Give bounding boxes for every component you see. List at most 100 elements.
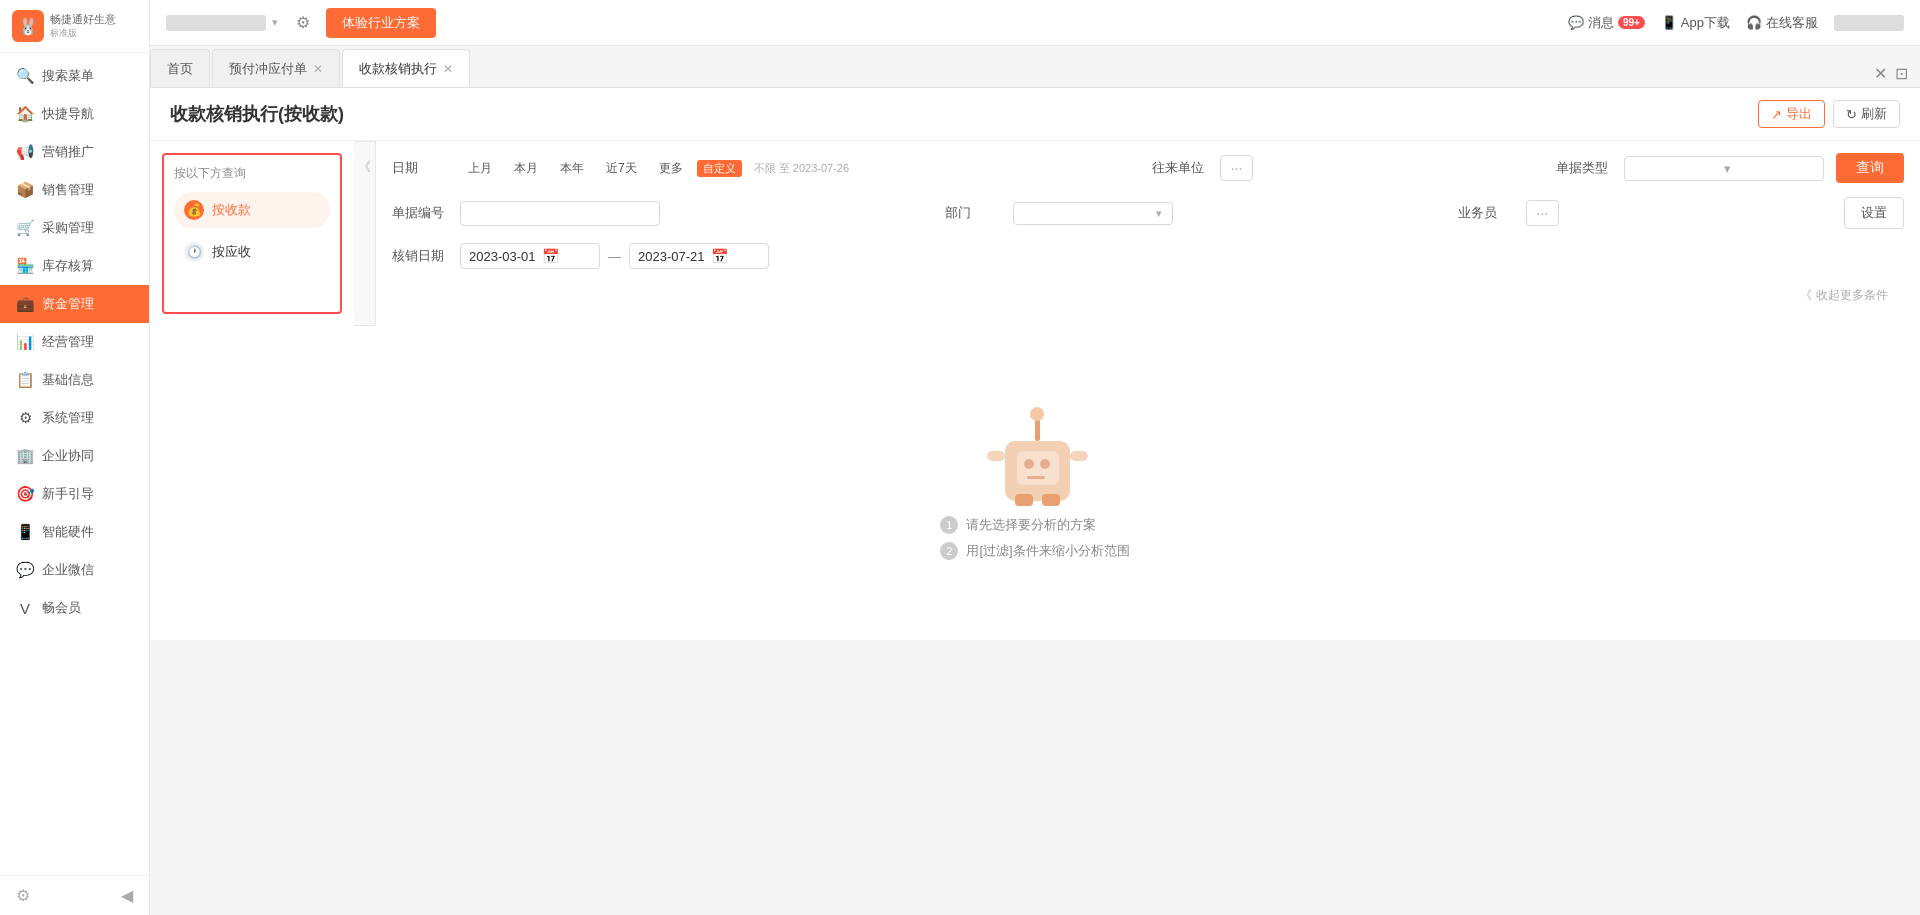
page-title: 收款核销执行(按收款) — [170, 102, 344, 138]
sidebar-label-marketing: 营销推广 — [42, 143, 94, 161]
operations-icon: 📊 — [16, 333, 34, 351]
sidebar-item-guide[interactable]: 🎯新手引导 — [0, 475, 149, 513]
receivable-icon: 🕐 — [184, 242, 204, 262]
tabbar: 首页 预付冲应付单 ✕ 收款核销执行 ✕ ✕ ⊡ — [150, 46, 1920, 88]
sidebar-item-wechat[interactable]: 💬企业微信 — [0, 551, 149, 589]
verify-date-end-input[interactable]: 2023-07-21 📅 — [629, 243, 769, 269]
doc-num-input[interactable] — [460, 201, 660, 226]
svg-rect-10 — [1042, 494, 1060, 506]
date-btn-last-month[interactable]: 上月 — [460, 158, 500, 179]
collapse-filter-button[interactable]: 《 — [354, 141, 376, 326]
filter-option-by-receipt[interactable]: 💰 按收款 — [174, 192, 330, 228]
brand-name-placeholder — [166, 15, 266, 31]
tab-home[interactable]: 首页 — [150, 49, 210, 87]
sidebar-bottom: ⚙ ◀ — [0, 875, 149, 915]
inventory-icon: 🏪 — [16, 257, 34, 275]
logo-icon: 🐰 — [12, 10, 44, 42]
sidebar-item-sales[interactable]: 📦销售管理 — [0, 171, 149, 209]
sidebar-item-purchase[interactable]: 🛒采购管理 — [0, 209, 149, 247]
online-service-item[interactable]: 🎧 在线客服 — [1746, 14, 1818, 32]
marketing-icon: 📢 — [16, 143, 34, 161]
purchase-icon: 🛒 — [16, 219, 34, 237]
empty-robot-illustration — [985, 406, 1085, 496]
tab-prepay[interactable]: 预付冲应付单 ✕ — [212, 49, 340, 87]
date-btn-this-year[interactable]: 本年 — [552, 158, 592, 179]
date-btn-this-month[interactable]: 本月 — [506, 158, 546, 179]
doc-type-select[interactable]: ▾ — [1624, 156, 1824, 181]
sidebar-menu: 🔍搜索菜单 🏠 快捷导航 📢 营销推广 📦销售管理🛒采购管理 🏪 库存核算 💼资金管理📊经营管理… — [0, 53, 149, 875]
export-button[interactable]: ↗ 导出 — [1758, 100, 1825, 128]
calendar-start-icon[interactable]: 📅 — [542, 248, 559, 264]
sidebar-label-basic: 基础信息 — [42, 371, 94, 389]
verify-date-label: 核销日期 — [392, 247, 448, 265]
sidebar-label-nav: 快捷导航 — [42, 105, 94, 123]
query-button[interactable]: 查询 — [1836, 153, 1904, 183]
empty-state: 1 请先选择要分析的方案 2 用[过滤]条件来缩小分析范围 — [150, 326, 1920, 640]
system-icon: ⚙ — [16, 409, 34, 427]
date-options-group: 上月 本月 本年 近7天 更多 自定义 — [460, 158, 742, 179]
sidebar-label-sales: 销售管理 — [42, 181, 94, 199]
message-item[interactable]: 💬 消息 99+ — [1568, 14, 1645, 32]
main-area: ▾ ⚙ 体验行业方案 💬 消息 99+ 📱 App下载 🎧 在线客服 首页 — [150, 0, 1920, 915]
refresh-button[interactable]: ↻ 刷新 — [1833, 100, 1900, 128]
wechat-icon: 💬 — [16, 561, 34, 579]
hardware-icon: 📱 — [16, 523, 34, 541]
sidebar-logo: 🐰 畅捷通好生意 标准版 — [0, 0, 149, 53]
search-icon: 🔍 — [16, 67, 34, 85]
sidebar-item-operations[interactable]: 📊经营管理 — [0, 323, 149, 361]
solution-button[interactable]: 体验行业方案 — [326, 8, 436, 38]
expand-icon[interactable]: ⊡ — [1895, 64, 1908, 83]
counterparty-input[interactable]: ··· — [1220, 155, 1254, 181]
doc-num-label: 单据编号 — [392, 204, 448, 222]
export-icon: ↗ — [1771, 107, 1782, 122]
topbar-chevron-icon: ▾ — [272, 16, 278, 29]
topbar-gear-icon[interactable]: ⚙ — [296, 13, 310, 32]
sidebar-item-hardware[interactable]: 📱智能硬件 — [0, 513, 149, 551]
settings-icon[interactable]: ⚙ — [16, 886, 30, 905]
guide-icon: 🎯 — [16, 485, 34, 503]
receipt-icon: 💰 — [184, 200, 204, 220]
nav-icon: 🏠 — [16, 105, 34, 123]
verify-date-start-input[interactable]: 2023-03-01 📅 — [460, 243, 600, 269]
page-actions: ↗ 导出 ↻ 刷新 — [1758, 100, 1900, 140]
tabbar-right: ✕ ⊡ — [1862, 64, 1920, 87]
empty-tip-2: 2 用[过滤]条件来缩小分析范围 — [940, 542, 1129, 560]
filter-row-1: 日期 上月 本月 本年 近7天 更多 自定义 不限 至 2023-07-26 — [392, 153, 1904, 183]
dept-select[interactable]: ▾ — [1013, 202, 1173, 225]
sidebar-label-enterprise: 企业协同 — [42, 447, 94, 465]
date-custom-badge: 自定义 — [697, 160, 742, 177]
close-tab-collection[interactable]: ✕ — [443, 62, 453, 76]
date-btn-more[interactable]: 更多 — [651, 158, 691, 179]
svg-point-2 — [1024, 459, 1034, 469]
svg-point-3 — [1040, 459, 1050, 469]
sidebar-item-basic[interactable]: 📋基础信息 — [0, 361, 149, 399]
app-download-item[interactable]: 📱 App下载 — [1661, 14, 1730, 32]
message-icon: 💬 — [1568, 15, 1584, 30]
collapse-sidebar-icon[interactable]: ◀ — [121, 886, 133, 905]
sidebar-item-member[interactable]: V畅会员 — [0, 589, 149, 627]
logo-text: 畅捷通好生意 — [50, 12, 116, 26]
sidebar-item-enterprise[interactable]: 🏢企业协同 — [0, 437, 149, 475]
sidebar-item-system[interactable]: ⚙ 系统管理 — [0, 399, 149, 437]
sidebar-item-finance[interactable]: 💼资金管理 — [0, 285, 149, 323]
filter-option-by-receivable[interactable]: 🕐 按应收 — [174, 234, 330, 270]
refresh-icon: ↻ — [1846, 107, 1857, 122]
date-btn-7days[interactable]: 近7天 — [598, 158, 645, 179]
sidebar-label-system: 系统管理 — [42, 409, 94, 427]
sidebar-label-inventory: 库存核算 — [42, 257, 94, 275]
setting-button[interactable]: 设置 — [1844, 197, 1904, 229]
calendar-end-icon[interactable]: 📅 — [711, 248, 728, 264]
topbar-brand: ▾ — [166, 15, 278, 31]
staff-input[interactable]: ··· — [1526, 200, 1560, 226]
sidebar-item-marketing[interactable]: 📢 营销推广 — [0, 133, 149, 171]
collapse-more-button[interactable]: 《 收起更多条件 — [1800, 287, 1888, 304]
close-window-icon[interactable]: ✕ — [1874, 64, 1887, 83]
sidebar-item-search[interactable]: 🔍搜索菜单 — [0, 57, 149, 95]
date-range-separator: — — [608, 249, 621, 264]
tab-collection[interactable]: 收款核销执行 ✕ — [342, 49, 470, 87]
sidebar-item-nav[interactable]: 🏠 快捷导航 — [0, 95, 149, 133]
svg-rect-7 — [987, 451, 1005, 461]
close-tab-prepay[interactable]: ✕ — [313, 62, 323, 76]
sidebar-item-inventory[interactable]: 🏪 库存核算 — [0, 247, 149, 285]
page-header: 收款核销执行(按收款) ↗ 导出 ↻ 刷新 — [150, 88, 1920, 141]
